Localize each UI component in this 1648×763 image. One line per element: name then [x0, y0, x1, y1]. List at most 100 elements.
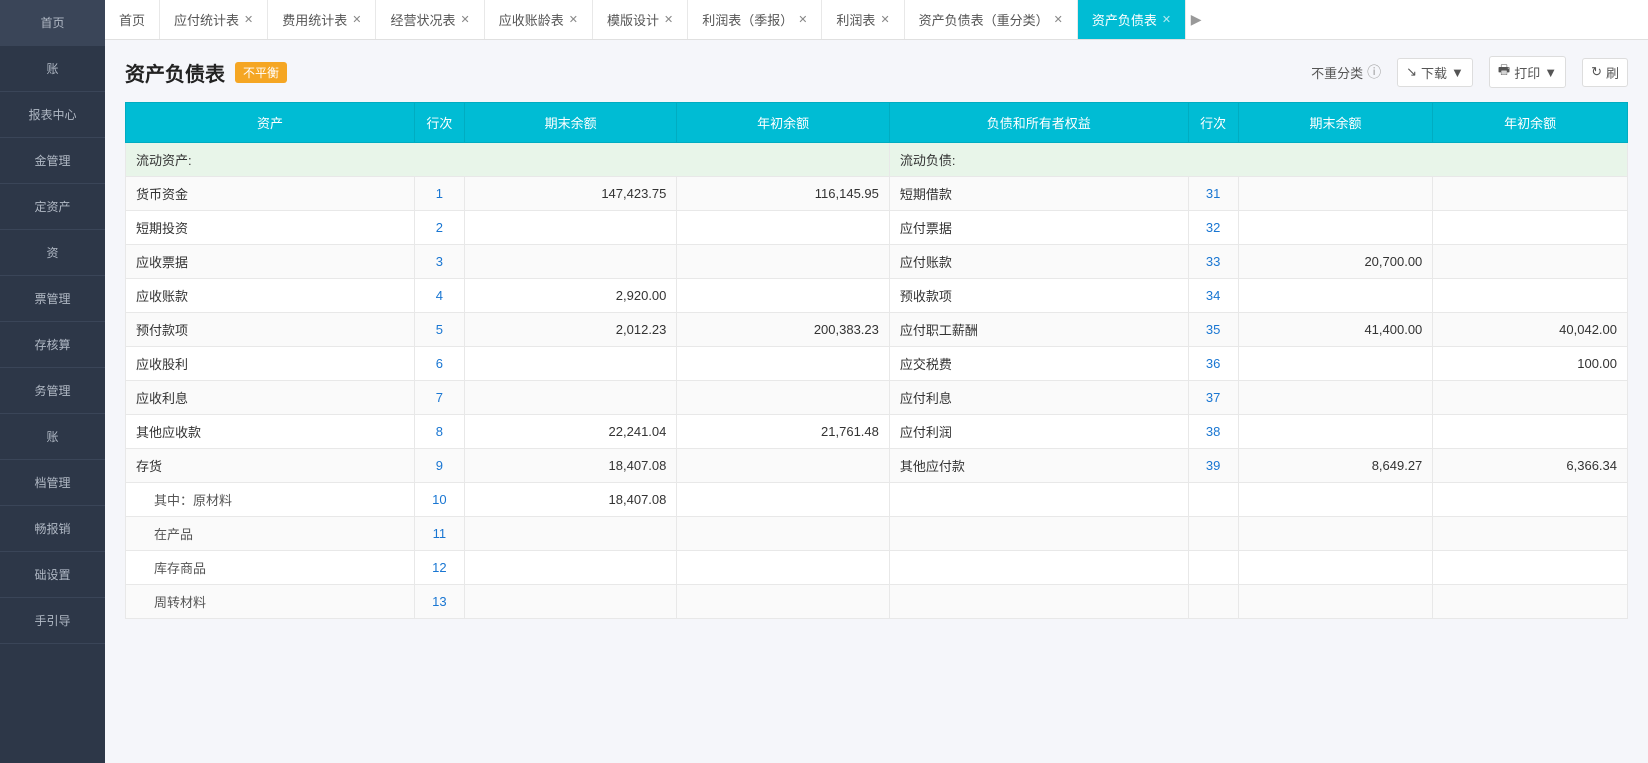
cell-left-start [677, 449, 890, 483]
sidebar-item-report-center[interactable]: 报表中心 [0, 92, 105, 138]
cell-left-num: 12 [414, 551, 464, 585]
cell-left-num: 11 [414, 517, 464, 551]
close-icon[interactable]: ✕ [244, 13, 253, 26]
close-icon[interactable]: ✕ [569, 13, 578, 26]
cell-left-end: 18,407.08 [464, 449, 677, 483]
close-icon[interactable]: ✕ [1054, 13, 1063, 26]
tab-scroll-right[interactable]: ▶ [1186, 0, 1206, 40]
tab-balance-reclassified[interactable]: 资产负债表（重分类） ✕ [905, 0, 1078, 40]
table-row: 其中：原材料 10 18,407.08 [126, 483, 1628, 517]
report-table: 资产 行次 期末余额 年初余额 负债和所有者权益 行次 期末余额 年初余额 流动… [125, 102, 1628, 619]
cell-left-label: 在产品 [126, 517, 415, 551]
tab-expense-stats[interactable]: 费用统计表 ✕ [268, 0, 376, 40]
cell-left-num: 2 [414, 211, 464, 245]
cell-right-end: 41,400.00 [1238, 313, 1433, 347]
cell-right-start [1433, 279, 1628, 313]
cell-left-end [464, 517, 677, 551]
tab-template-design[interactable]: 模版设计 ✕ [593, 0, 688, 40]
cell-right-start: 40,042.00 [1433, 313, 1628, 347]
table-row: 周转材料 13 [126, 585, 1628, 619]
print-button[interactable]: 🖶 打印 ▼ [1489, 56, 1566, 88]
cell-right-label: 应付账款 [889, 245, 1188, 279]
close-icon[interactable]: ✕ [880, 13, 889, 26]
cell-left-start [677, 347, 890, 381]
cell-right-start [1433, 585, 1628, 619]
tab-balance[interactable]: 资产负债表 ✕ [1078, 0, 1186, 40]
sidebar-item-cash-mgmt[interactable]: 金管理 [0, 138, 105, 184]
cell-left-end [464, 551, 677, 585]
cell-left-end: 2,920.00 [464, 279, 677, 313]
refresh-button[interactable]: ↻ 刷 [1582, 58, 1628, 87]
cell-left-label: 其他应收款 [126, 415, 415, 449]
chevron-down-icon: ▼ [1451, 65, 1464, 80]
close-icon[interactable]: ✕ [798, 13, 807, 26]
cell-left-start [677, 211, 890, 245]
sidebar-item-expense[interactable]: 畅报销 [0, 506, 105, 552]
sidebar-item-account[interactable]: 账 [0, 46, 105, 92]
sidebar-item-ledger[interactable]: 账 [0, 414, 105, 460]
cell-left-num: 3 [414, 245, 464, 279]
download-button[interactable]: ↘ 下载 ▼ [1397, 58, 1473, 87]
table-row: 预付款项 5 2,012.23 200,383.23 应付职工薪酬 35 41,… [126, 313, 1628, 347]
tab-bar: 首页 应付统计表 ✕ 费用统计表 ✕ 经营状况表 ✕ 应收账龄表 ✕ 模版设计 … [105, 0, 1648, 40]
cell-right-label [889, 517, 1188, 551]
close-icon[interactable]: ✕ [664, 13, 673, 26]
cell-right-label: 其他应付款 [889, 449, 1188, 483]
sidebar-item-home[interactable]: 首页 [0, 0, 105, 46]
table-row: 应收股利 6 应交税费 36 100.00 [126, 347, 1628, 381]
chevron-down-icon: ▼ [1544, 65, 1557, 80]
sidebar-item-assets[interactable]: 资 [0, 230, 105, 276]
col-header-end-balance-right: 期末余额 [1238, 103, 1433, 143]
cell-right-end [1238, 585, 1433, 619]
cell-right-end [1238, 279, 1433, 313]
table-row: 存货 9 18,407.08 其他应付款 39 8,649.27 6,366.3… [126, 449, 1628, 483]
close-icon[interactable]: ✕ [461, 13, 470, 26]
cell-right-label: 应付职工薪酬 [889, 313, 1188, 347]
cell-right-end [1238, 381, 1433, 415]
cell-right-num: 35 [1188, 313, 1238, 347]
sidebar-item-bills[interactable]: 票管理 [0, 276, 105, 322]
cell-right-num [1188, 585, 1238, 619]
cell-right-end [1238, 177, 1433, 211]
sidebar-item-inventory[interactable]: 存核算 [0, 322, 105, 368]
cell-right-label: 预收款项 [889, 279, 1188, 313]
cell-right-end [1238, 483, 1433, 517]
cell-left-label: 预付款项 [126, 313, 415, 347]
help-icon[interactable]: ⓘ [1367, 62, 1381, 82]
tab-profit-quarterly[interactable]: 利润表（季报） ✕ [688, 0, 822, 40]
tab-receivable-aging[interactable]: 应收账龄表 ✕ [485, 0, 593, 40]
cell-left-label: 应收票据 [126, 245, 415, 279]
close-icon[interactable]: ✕ [1162, 13, 1171, 26]
cell-right-label: 应付利息 [889, 381, 1188, 415]
cell-right-label: 应付票据 [889, 211, 1188, 245]
cell-right-start [1433, 177, 1628, 211]
sidebar-item-settings[interactable]: 础设置 [0, 552, 105, 598]
sidebar-item-fixed-assets[interactable]: 定资产 [0, 184, 105, 230]
cell-left-start [677, 585, 890, 619]
cell-right-label: 短期借款 [889, 177, 1188, 211]
cell-right-start [1433, 415, 1628, 449]
sidebar-item-affairs[interactable]: 务管理 [0, 368, 105, 414]
tab-home[interactable]: 首页 [105, 0, 160, 40]
sidebar-item-archive[interactable]: 档管理 [0, 460, 105, 506]
cell-right-num: 33 [1188, 245, 1238, 279]
tab-operations[interactable]: 经营状况表 ✕ [376, 0, 484, 40]
main-area: 首页 应付统计表 ✕ 费用统计表 ✕ 经营状况表 ✕ 应收账龄表 ✕ 模版设计 … [105, 0, 1648, 763]
col-header-end-balance-left: 期末余额 [464, 103, 677, 143]
sidebar-item-guide[interactable]: 手引导 [0, 598, 105, 644]
cell-left-start [677, 381, 890, 415]
cell-right-label [889, 551, 1188, 585]
cell-right-end: 20,700.00 [1238, 245, 1433, 279]
tab-payable-stats[interactable]: 应付统计表 ✕ [160, 0, 268, 40]
cell-left-num: 9 [414, 449, 464, 483]
cell-left-num: 6 [414, 347, 464, 381]
classify-option[interactable]: 不重分类 ⓘ [1311, 62, 1381, 82]
page-content: 资产负债表 不平衡 不重分类 ⓘ ↘ 下载 ▼ 🖶 打印 ▼ [105, 40, 1648, 763]
cell-right-num: 32 [1188, 211, 1238, 245]
close-icon[interactable]: ✕ [352, 13, 361, 26]
cell-left-label: 其中：原材料 [126, 483, 415, 517]
table-row: 库存商品 12 [126, 551, 1628, 585]
col-header-row-num-right: 行次 [1188, 103, 1238, 143]
cell-left-label: 存货 [126, 449, 415, 483]
tab-profit[interactable]: 利润表 ✕ [822, 0, 904, 40]
